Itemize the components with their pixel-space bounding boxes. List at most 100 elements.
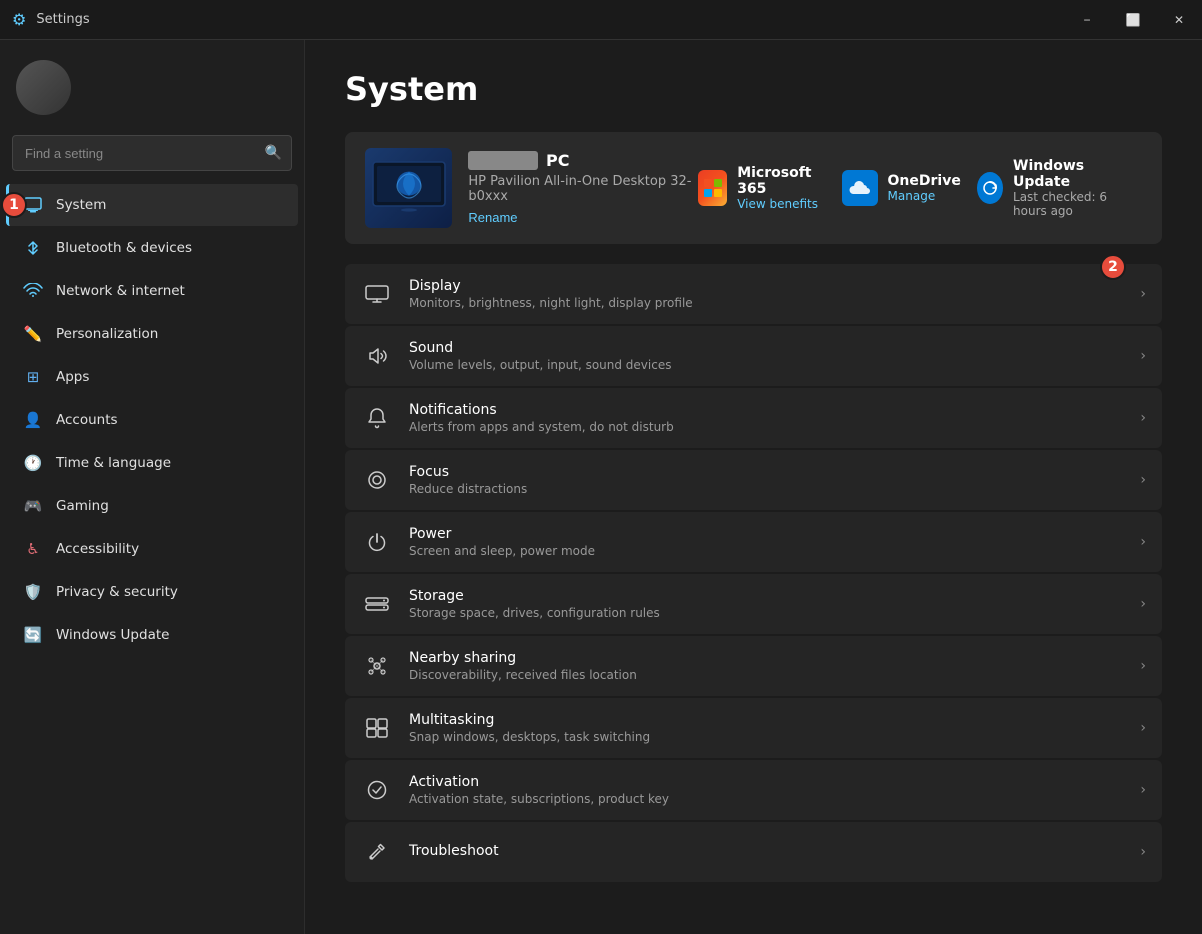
focus-chevron: › [1140, 472, 1146, 488]
storage-subtitle: Storage space, drives, configuration rul… [409, 606, 1124, 620]
sidebar-item-privacy[interactable]: 🛡️ Privacy & security [6, 571, 298, 613]
nearby-subtitle: Discoverability, received files location [409, 668, 1124, 682]
settings-item-nearby[interactable]: Nearby sharing Discoverability, received… [345, 636, 1162, 696]
sidebar-item-accessibility[interactable]: ♿ Accessibility [6, 528, 298, 570]
search-icon: 🔍 [265, 145, 282, 161]
sidebar-item-system[interactable]: System 1 [6, 184, 298, 226]
storage-text: Storage Storage space, drives, configura… [409, 588, 1124, 620]
settings-item-sound[interactable]: Sound Volume levels, output, input, soun… [345, 326, 1162, 386]
sidebar-item-label-update: Windows Update [56, 627, 169, 643]
sidebar-item-label-system: System [56, 197, 106, 213]
settings-item-focus[interactable]: Focus Reduce distractions › [345, 450, 1162, 510]
winupdate-title: Windows Update [1013, 158, 1142, 190]
page-title: System [345, 70, 1162, 108]
minimize-button[interactable]: − [1064, 0, 1110, 40]
multitasking-title: Multitasking [409, 712, 1124, 728]
sidebar-item-personalization[interactable]: ✏️ Personalization [6, 313, 298, 355]
settings-item-multitasking[interactable]: Multitasking Snap windows, desktops, tas… [345, 698, 1162, 758]
privacy-icon: 🛡️ [22, 581, 44, 603]
sidebar-item-apps[interactable]: ⊞ Apps [6, 356, 298, 398]
activation-icon [361, 774, 393, 806]
sidebar: 🔍 System 1 [0, 40, 305, 934]
sidebar-item-update[interactable]: 🔄 Windows Update [6, 614, 298, 656]
multitasking-chevron: › [1140, 720, 1146, 736]
pc-info: XXXXX PC HP Pavilion All-in-One Desktop … [468, 151, 697, 225]
sidebar-item-time[interactable]: 🕐 Time & language [6, 442, 298, 484]
time-icon: 🕐 [22, 452, 44, 474]
display-icon [361, 278, 393, 310]
sound-chevron: › [1140, 348, 1146, 364]
settings-item-activation[interactable]: Activation Activation state, subscriptio… [345, 760, 1162, 820]
close-button[interactable]: ✕ [1156, 0, 1202, 40]
focus-subtitle: Reduce distractions [409, 482, 1124, 496]
pc-name-label: PC [546, 151, 569, 170]
power-chevron: › [1140, 534, 1146, 550]
sidebar-item-bluetooth[interactable]: Bluetooth & devices [6, 227, 298, 269]
maximize-button[interactable]: ⬜ [1110, 0, 1156, 40]
sidebar-item-network[interactable]: Network & internet [6, 270, 298, 312]
power-icon [361, 526, 393, 558]
notifications-subtitle: Alerts from apps and system, do not dist… [409, 420, 1124, 434]
nearby-icon [361, 650, 393, 682]
personalization-icon: ✏️ [22, 323, 44, 345]
pc-model: HP Pavilion All-in-One Desktop 32-b0xxx [468, 174, 697, 204]
accounts-icon: 👤 [22, 409, 44, 431]
power-text: Power Screen and sleep, power mode [409, 526, 1124, 558]
titlebar-title: Settings [36, 12, 89, 27]
pc-name: XXXXX PC [468, 151, 697, 170]
notifications-icon [361, 402, 393, 434]
power-subtitle: Screen and sleep, power mode [409, 544, 1124, 558]
winupdate-icon [977, 172, 1003, 204]
multitasking-icon [361, 712, 393, 744]
ms365-text: Microsoft 365 View benefits [737, 165, 825, 211]
sidebar-item-accounts[interactable]: 👤 Accounts [6, 399, 298, 441]
network-icon [22, 280, 44, 302]
settings-item-troubleshoot[interactable]: Troubleshoot › [345, 822, 1162, 882]
activation-chevron: › [1140, 782, 1146, 798]
search-input[interactable] [12, 135, 292, 171]
update-icon: 🔄 [22, 624, 44, 646]
activation-text: Activation Activation state, subscriptio… [409, 774, 1124, 806]
winupdate-sub: Last checked: 6 hours ago [1013, 190, 1142, 218]
onedrive-title: OneDrive [888, 173, 961, 189]
display-chevron: › [1140, 286, 1146, 302]
sidebar-item-label-privacy: Privacy & security [56, 584, 178, 600]
titlebar-controls: − ⬜ ✕ [1064, 0, 1202, 40]
settings-item-power[interactable]: Power Screen and sleep, power mode › [345, 512, 1162, 572]
activation-subtitle: Activation state, subscriptions, product… [409, 792, 1124, 806]
onedrive-sub[interactable]: Manage [888, 189, 961, 203]
titlebar-left: ⚙ Settings [12, 10, 90, 29]
storage-icon [361, 588, 393, 620]
sidebar-item-gaming[interactable]: 🎮 Gaming [6, 485, 298, 527]
display-title: Display [409, 278, 1124, 294]
power-title: Power [409, 526, 1124, 542]
multitasking-text: Multitasking Snap windows, desktops, tas… [409, 712, 1124, 744]
ms365-sub[interactable]: View benefits [737, 197, 825, 211]
titlebar: ⚙ Settings − ⬜ ✕ [0, 0, 1202, 40]
pc-info-card: XXXXX PC HP Pavilion All-in-One Desktop … [345, 132, 1162, 244]
quick-link-winupdate[interactable]: Windows Update Last checked: 6 hours ago [977, 158, 1142, 218]
sidebar-item-label-accounts: Accounts [56, 412, 118, 428]
settings-item-storage[interactable]: Storage Storage space, drives, configura… [345, 574, 1162, 634]
rename-button[interactable]: Rename [468, 210, 517, 225]
ms365-icon [698, 170, 727, 206]
settings-item-notifications[interactable]: Notifications Alerts from apps and syste… [345, 388, 1162, 448]
activation-title: Activation [409, 774, 1124, 790]
pc-card-left: XXXXX PC HP Pavilion All-in-One Desktop … [365, 148, 698, 228]
app-container: 🔍 System 1 [0, 40, 1202, 934]
troubleshoot-chevron: › [1140, 844, 1146, 860]
notifications-chevron: › [1140, 410, 1146, 426]
bluetooth-icon [22, 237, 44, 259]
settings-list: Display Monitors, brightness, night ligh… [345, 264, 1162, 882]
sound-subtitle: Volume levels, output, input, sound devi… [409, 358, 1124, 372]
avatar [16, 60, 71, 115]
sidebar-search-container: 🔍 [12, 135, 292, 171]
troubleshoot-text: Troubleshoot [409, 843, 1124, 861]
nearby-text: Nearby sharing Discoverability, received… [409, 650, 1124, 682]
settings-item-display[interactable]: Display Monitors, brightness, night ligh… [345, 264, 1162, 324]
quick-link-onedrive[interactable]: OneDrive Manage [842, 158, 961, 218]
notifications-text: Notifications Alerts from apps and syste… [409, 402, 1124, 434]
focus-icon [361, 464, 393, 496]
ms365-title: Microsoft 365 [737, 165, 825, 197]
quick-link-ms365[interactable]: Microsoft 365 View benefits [698, 158, 826, 218]
